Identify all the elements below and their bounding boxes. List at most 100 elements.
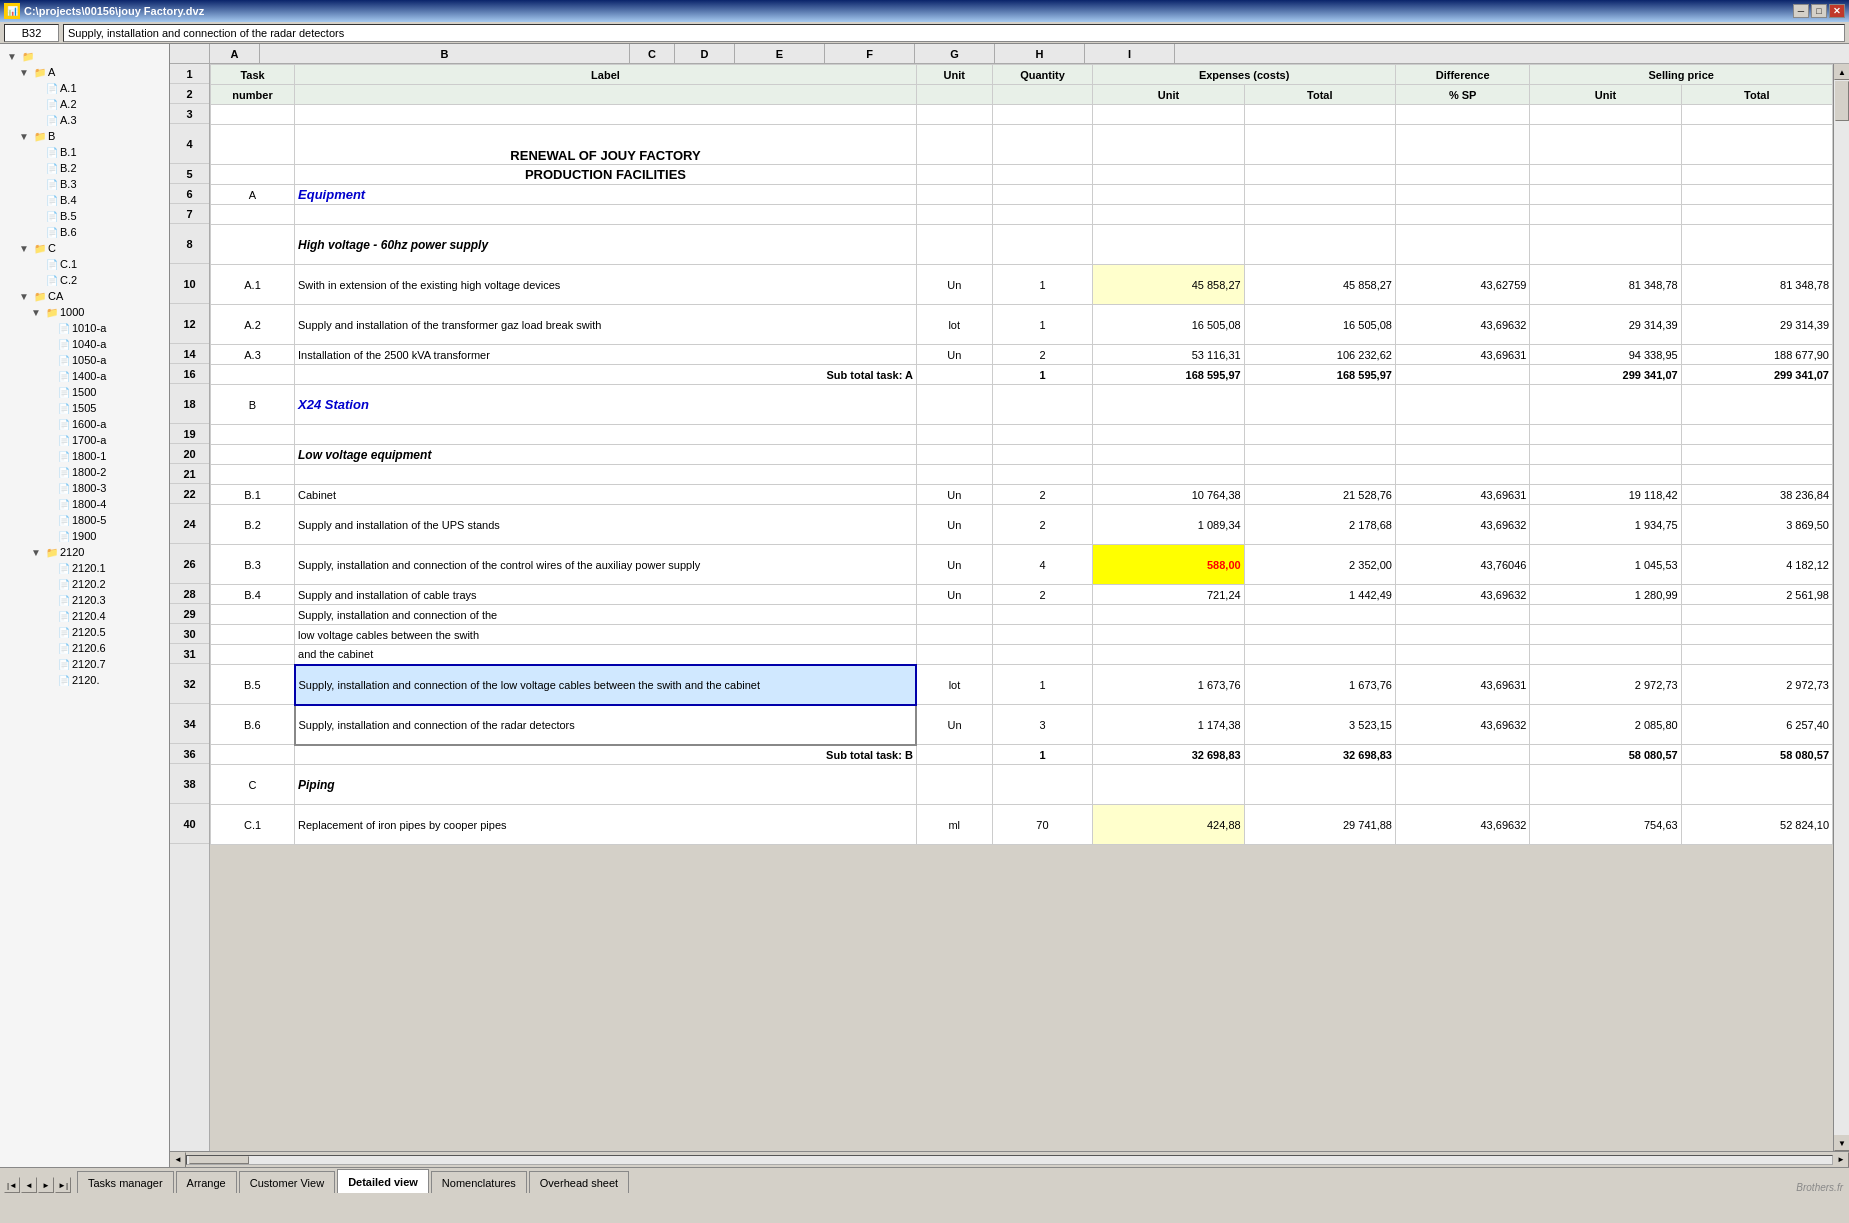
- cell-G14[interactable]: 43,69631: [1395, 345, 1529, 365]
- cell-F40[interactable]: 29 741,88: [1244, 805, 1395, 845]
- cell-F22[interactable]: 21 528,76: [1244, 485, 1395, 505]
- cell-I6[interactable]: [1681, 185, 1832, 205]
- cell-I26[interactable]: 4 182,12: [1681, 545, 1832, 585]
- cell-C19[interactable]: [916, 425, 992, 445]
- cell-G20[interactable]: [1395, 445, 1529, 465]
- tree-item-1800-1[interactable]: 📄 1800-1: [0, 448, 169, 464]
- tree-item-2120-1[interactable]: 📄 2120.1: [0, 560, 169, 576]
- h-scroll-track[interactable]: [186, 1155, 1833, 1165]
- cell-B12[interactable]: Supply and installation of the transform…: [295, 305, 917, 345]
- cell-C32[interactable]: lot: [916, 665, 992, 705]
- cell-I21[interactable]: [1681, 465, 1832, 485]
- cell-D14[interactable]: 2: [992, 345, 1093, 365]
- cell-C34[interactable]: Un: [916, 705, 992, 745]
- tab-last-button[interactable]: ►|: [55, 1177, 71, 1193]
- cell-I38[interactable]: [1681, 765, 1832, 805]
- cell-G10[interactable]: 43,62759: [1395, 265, 1529, 305]
- cell-G32[interactable]: 43,69631: [1395, 665, 1529, 705]
- cell-I16[interactable]: 299 341,07: [1681, 365, 1832, 385]
- cell-D36[interactable]: 1: [992, 745, 1093, 765]
- cell-F8[interactable]: [1244, 225, 1395, 265]
- cell-D18[interactable]: [992, 385, 1093, 425]
- scroll-track[interactable]: [1834, 80, 1849, 1135]
- cell-E31[interactable]: [1093, 645, 1244, 665]
- cell-E28[interactable]: 721,24: [1093, 585, 1244, 605]
- tree-item-1900[interactable]: 📄 1900: [0, 528, 169, 544]
- cell-E34[interactable]: 1 174,38: [1093, 705, 1244, 745]
- cell-G16[interactable]: [1395, 365, 1529, 385]
- cell-H38[interactable]: [1530, 765, 1681, 805]
- cell-B10[interactable]: Swith in extension of the existing high …: [295, 265, 917, 305]
- cell-H3[interactable]: [1530, 105, 1681, 125]
- tab-customer-view[interactable]: Customer View: [239, 1171, 335, 1193]
- cell-C1[interactable]: Unit: [916, 65, 992, 85]
- cell-H10[interactable]: 81 348,78: [1530, 265, 1681, 305]
- cell-H14[interactable]: 94 338,95: [1530, 345, 1681, 365]
- cell-C29[interactable]: [916, 605, 992, 625]
- cell-F2[interactable]: Total: [1244, 85, 1395, 105]
- cell-D34[interactable]: 3: [992, 705, 1093, 745]
- cell-G30[interactable]: [1395, 625, 1529, 645]
- cell-A40[interactable]: C.1: [211, 805, 295, 845]
- cell-D22[interactable]: 2: [992, 485, 1093, 505]
- col-header-B[interactable]: B: [260, 44, 630, 63]
- cell-HI1[interactable]: Selling price: [1530, 65, 1833, 85]
- cell-D29[interactable]: [992, 605, 1093, 625]
- tree-item-C[interactable]: ▼ 📁 C: [0, 240, 169, 256]
- cell-B18[interactable]: X24 Station: [295, 385, 917, 425]
- cell-G31[interactable]: [1395, 645, 1529, 665]
- cell-F5[interactable]: [1244, 165, 1395, 185]
- cell-F26[interactable]: 2 352,00: [1244, 545, 1395, 585]
- cell-B7[interactable]: [295, 205, 917, 225]
- cell-I32[interactable]: 2 972,73: [1681, 665, 1832, 705]
- cell-H16[interactable]: 299 341,07: [1530, 365, 1681, 385]
- tree-item-B2[interactable]: 📄 B.2: [0, 160, 169, 176]
- tab-detailed-view[interactable]: Detailed view: [337, 1169, 429, 1193]
- cell-F7[interactable]: [1244, 205, 1395, 225]
- cell-I28[interactable]: 2 561,98: [1681, 585, 1832, 605]
- cell-I24[interactable]: 3 869,50: [1681, 505, 1832, 545]
- tree-item-CA[interactable]: ▼ 📁 CA: [0, 288, 169, 304]
- tree-item-1050a[interactable]: 📄 1050-a: [0, 352, 169, 368]
- col-header-I[interactable]: I: [1085, 44, 1175, 63]
- cell-C40[interactable]: ml: [916, 805, 992, 845]
- cell-D6[interactable]: [992, 185, 1093, 205]
- cell-H18[interactable]: [1530, 385, 1681, 425]
- cell-E12[interactable]: 16 505,08: [1093, 305, 1244, 345]
- tree-item-2120-5[interactable]: 📄 2120.5: [0, 624, 169, 640]
- tree-item-A[interactable]: ▼ 📁 A: [0, 64, 169, 80]
- cell-D21[interactable]: [992, 465, 1093, 485]
- cell-A29[interactable]: [211, 605, 295, 625]
- cell-E21[interactable]: [1093, 465, 1244, 485]
- cell-C20[interactable]: [916, 445, 992, 465]
- cell-G21[interactable]: [1395, 465, 1529, 485]
- cell-F31[interactable]: [1244, 645, 1395, 665]
- scroll-down-button[interactable]: ▼: [1834, 1135, 1849, 1151]
- tree-item-B6[interactable]: 📄 B.6: [0, 224, 169, 240]
- cell-A12[interactable]: A.2: [211, 305, 295, 345]
- cell-F10[interactable]: 45 858,27: [1244, 265, 1395, 305]
- cell-B34[interactable]: Supply, installation and connection of t…: [295, 705, 917, 745]
- tree-item-1800-2[interactable]: 📄 1800-2: [0, 464, 169, 480]
- cell-C26[interactable]: Un: [916, 545, 992, 585]
- cell-A34[interactable]: B.6: [211, 705, 295, 745]
- cell-C30[interactable]: [916, 625, 992, 645]
- cell-C28[interactable]: Un: [916, 585, 992, 605]
- minimize-button[interactable]: ─: [1793, 4, 1809, 18]
- cell-B24[interactable]: Supply and installation of the UPS stand…: [295, 505, 917, 545]
- cell-E3[interactable]: [1093, 105, 1244, 125]
- cell-A38[interactable]: C: [211, 765, 295, 805]
- cell-I8[interactable]: [1681, 225, 1832, 265]
- cell-A18[interactable]: B: [211, 385, 295, 425]
- cell-A10[interactable]: A.1: [211, 265, 295, 305]
- cell-C22[interactable]: Un: [916, 485, 992, 505]
- cell-G36[interactable]: [1395, 745, 1529, 765]
- cell-D1[interactable]: Quantity: [992, 65, 1093, 85]
- cell-B40[interactable]: Replacement of iron pipes by cooper pipe…: [295, 805, 917, 845]
- col-header-H[interactable]: H: [995, 44, 1085, 63]
- cell-A21[interactable]: [211, 465, 295, 485]
- cell-I20[interactable]: [1681, 445, 1832, 465]
- cell-G22[interactable]: 43,69631: [1395, 485, 1529, 505]
- cell-B4[interactable]: RENEWAL OF JOUY FACTORY: [295, 125, 917, 165]
- cell-D31[interactable]: [992, 645, 1093, 665]
